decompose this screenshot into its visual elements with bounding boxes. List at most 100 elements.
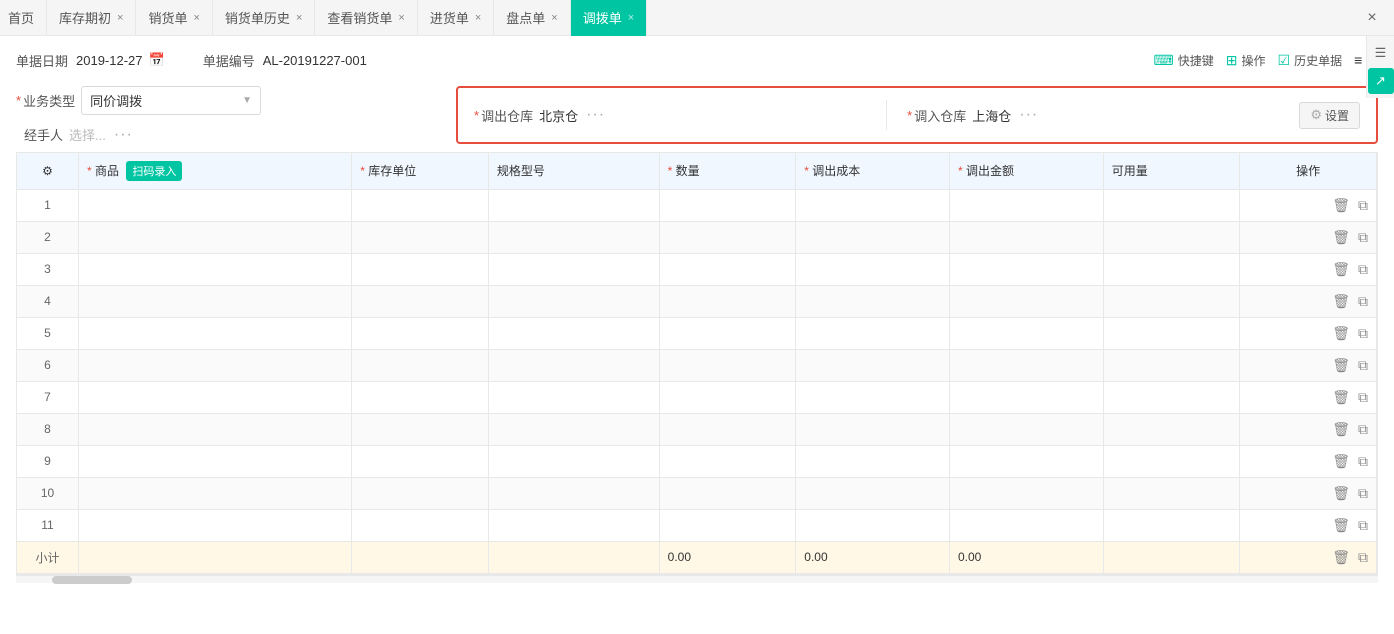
amount-cell-2[interactable] xyxy=(949,221,1103,253)
spec-cell-9[interactable] xyxy=(488,445,659,477)
cost-cell-7[interactable] xyxy=(796,381,950,413)
layout-list-icon[interactable]: ≡ xyxy=(1354,52,1362,69)
spec-cell-7[interactable] xyxy=(488,381,659,413)
qty-cell-9[interactable] xyxy=(659,445,796,477)
qty-cell-2[interactable] xyxy=(659,221,796,253)
amount-cell-10[interactable] xyxy=(949,477,1103,509)
copy-icon-2[interactable]: ⧉ xyxy=(1358,229,1368,246)
available-cell-11[interactable] xyxy=(1103,509,1240,541)
available-cell-6[interactable] xyxy=(1103,349,1240,381)
spec-cell-4[interactable] xyxy=(488,285,659,317)
tab-view-sales-close[interactable]: × xyxy=(398,12,404,24)
unit-cell-7[interactable] xyxy=(352,381,489,413)
cost-cell-11[interactable] xyxy=(796,509,950,541)
tab-purchase-order-close[interactable]: × xyxy=(475,12,481,24)
delete-icon-9[interactable]: 🗑 xyxy=(1332,453,1350,470)
copy-icon-4[interactable]: ⧉ xyxy=(1358,293,1368,310)
product-cell-7[interactable] xyxy=(78,381,351,413)
business-type-select[interactable]: 同价调拨 ▼ xyxy=(81,86,261,115)
product-cell-9[interactable] xyxy=(78,445,351,477)
available-cell-5[interactable] xyxy=(1103,317,1240,349)
available-cell-3[interactable] xyxy=(1103,253,1240,285)
product-cell-2[interactable] xyxy=(78,221,351,253)
copy-icon-9[interactable]: ⧉ xyxy=(1358,453,1368,470)
available-cell-1[interactable] xyxy=(1103,189,1240,221)
unit-cell-3[interactable] xyxy=(352,253,489,285)
spec-cell-8[interactable] xyxy=(488,413,659,445)
amount-cell-6[interactable] xyxy=(949,349,1103,381)
cost-cell-6[interactable] xyxy=(796,349,950,381)
operations-button[interactable]: ⊞ 操作 xyxy=(1226,52,1266,69)
cost-cell-9[interactable] xyxy=(796,445,950,477)
tab-view-sales[interactable]: 查看销货单 × xyxy=(315,0,417,36)
operator-select[interactable]: 选择... xyxy=(69,125,106,144)
tab-transfer-close[interactable]: × xyxy=(628,12,634,24)
tab-sales-history-close[interactable]: × xyxy=(296,12,302,24)
amount-cell-3[interactable] xyxy=(949,253,1103,285)
qty-cell-3[interactable] xyxy=(659,253,796,285)
copy-icon-7[interactable]: ⧉ xyxy=(1358,389,1368,406)
delete-icon-1[interactable]: 🗑 xyxy=(1332,197,1350,214)
scan-button[interactable]: 扫码录入 xyxy=(126,161,182,181)
spec-cell-10[interactable] xyxy=(488,477,659,509)
spec-cell-5[interactable] xyxy=(488,317,659,349)
delete-icon-5[interactable]: 🗑 xyxy=(1332,325,1350,342)
shortcuts-button[interactable]: ⌨ 快捷键 xyxy=(1154,52,1214,69)
spec-cell-3[interactable] xyxy=(488,253,659,285)
sidebar-export-button[interactable]: ↗ xyxy=(1368,68,1394,94)
product-cell-3[interactable] xyxy=(78,253,351,285)
tab-transfer[interactable]: 调拨单 × xyxy=(571,0,647,36)
qty-cell-5[interactable] xyxy=(659,317,796,349)
amount-cell-5[interactable] xyxy=(949,317,1103,349)
qty-cell-8[interactable] xyxy=(659,413,796,445)
history-button[interactable]: ☑ 历史单据 xyxy=(1278,52,1343,69)
delete-icon-2[interactable]: 🗑 xyxy=(1332,229,1350,246)
unit-cell-6[interactable] xyxy=(352,349,489,381)
qty-cell-11[interactable] xyxy=(659,509,796,541)
copy-icon-6[interactable]: ⧉ xyxy=(1358,357,1368,374)
unit-cell-1[interactable] xyxy=(352,189,489,221)
cost-cell-2[interactable] xyxy=(796,221,950,253)
copy-icon-10[interactable]: ⧉ xyxy=(1358,485,1368,502)
unit-cell-9[interactable] xyxy=(352,445,489,477)
cost-cell-10[interactable] xyxy=(796,477,950,509)
qty-cell-7[interactable] xyxy=(659,381,796,413)
product-cell-4[interactable] xyxy=(78,285,351,317)
product-cell-6[interactable] xyxy=(78,349,351,381)
unit-cell-10[interactable] xyxy=(352,477,489,509)
copy-icon-3[interactable]: ⧉ xyxy=(1358,261,1368,278)
amount-cell-7[interactable] xyxy=(949,381,1103,413)
amount-cell-9[interactable] xyxy=(949,445,1103,477)
amount-cell-1[interactable] xyxy=(949,189,1103,221)
delete-icon-3[interactable]: 🗑 xyxy=(1332,261,1350,278)
calendar-icon[interactable]: 📅 xyxy=(149,52,165,68)
tab-sales-order[interactable]: 销货单 × xyxy=(136,0,212,36)
cost-cell-4[interactable] xyxy=(796,285,950,317)
tab-inventory-check[interactable]: 盘点单 × xyxy=(494,0,570,36)
copy-icon-1[interactable]: ⧉ xyxy=(1358,197,1368,214)
available-cell-7[interactable] xyxy=(1103,381,1240,413)
operator-dots-button[interactable]: ··· xyxy=(114,126,133,144)
delete-icon-8[interactable]: 🗑 xyxy=(1332,421,1350,438)
spec-cell-1[interactable] xyxy=(488,189,659,221)
available-cell-10[interactable] xyxy=(1103,477,1240,509)
available-cell-4[interactable] xyxy=(1103,285,1240,317)
product-cell-10[interactable] xyxy=(78,477,351,509)
subtotal-delete-icon[interactable]: 🗑 xyxy=(1332,549,1350,566)
in-warehouse-dots-button[interactable]: ··· xyxy=(1019,106,1038,124)
spec-cell-2[interactable] xyxy=(488,221,659,253)
spec-cell-11[interactable] xyxy=(488,509,659,541)
qty-cell-4[interactable] xyxy=(659,285,796,317)
amount-cell-4[interactable] xyxy=(949,285,1103,317)
cost-cell-1[interactable] xyxy=(796,189,950,221)
unit-cell-8[interactable] xyxy=(352,413,489,445)
delete-icon-6[interactable]: 🗑 xyxy=(1332,357,1350,374)
qty-cell-1[interactable] xyxy=(659,189,796,221)
available-cell-2[interactable] xyxy=(1103,221,1240,253)
unit-cell-11[interactable] xyxy=(352,509,489,541)
copy-icon-11[interactable]: ⧉ xyxy=(1358,517,1368,534)
th-settings[interactable]: ⚙ xyxy=(17,153,78,189)
product-cell-11[interactable] xyxy=(78,509,351,541)
qty-cell-10[interactable] xyxy=(659,477,796,509)
tab-purchase-order[interactable]: 进货单 × xyxy=(418,0,494,36)
